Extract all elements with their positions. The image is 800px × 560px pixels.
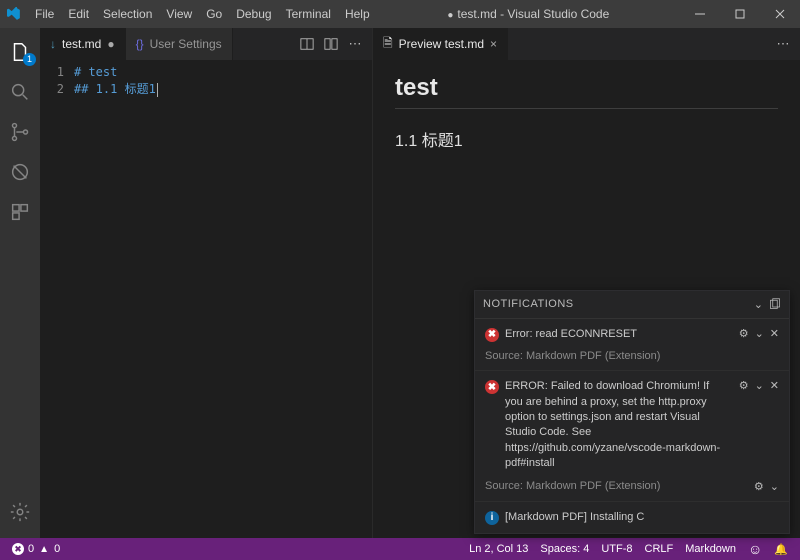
- tab-preview[interactable]: 🗎 Preview test.md ×: [373, 28, 508, 60]
- window-maximize-button[interactable]: [720, 0, 760, 28]
- status-eol[interactable]: CRLF: [639, 543, 680, 555]
- menu-file[interactable]: File: [28, 0, 61, 28]
- tabs-right: 🗎 Preview test.md × ⋯: [373, 28, 800, 60]
- window-title: test.md - Visual Studio Code: [447, 7, 609, 21]
- notification-source: Source: Markdown PDF (Extension): [485, 350, 660, 362]
- gear-icon[interactable]: ⚙: [754, 480, 764, 493]
- status-notifications-icon[interactable]: [768, 543, 794, 556]
- status-lncol[interactable]: Ln 2, Col 13: [463, 543, 534, 555]
- menu-terminal[interactable]: Terminal: [279, 0, 338, 28]
- code-editor[interactable]: 1 2 # test ## 1.1 标题1: [40, 60, 372, 98]
- tab-test-md[interactable]: ↓ test.md ●: [40, 28, 126, 60]
- error-icon: ✖: [485, 328, 499, 342]
- menu-edit[interactable]: Edit: [61, 0, 96, 28]
- status-warnings: 0: [54, 543, 60, 555]
- gear-icon[interactable]: ⚙: [739, 327, 749, 340]
- dirty-dot-icon: [447, 7, 453, 21]
- chevron-down-icon[interactable]: ⌄: [770, 480, 779, 493]
- error-icon: ✖: [485, 380, 499, 394]
- more-icon[interactable]: ⋯: [346, 35, 364, 53]
- activity-bar: 1: [0, 28, 40, 538]
- window-minimize-button[interactable]: [680, 0, 720, 28]
- settings-file-icon: {}: [136, 37, 144, 51]
- menu-help[interactable]: Help: [338, 0, 377, 28]
- line-numbers: 1 2: [40, 64, 74, 98]
- dirty-indicator-icon[interactable]: ●: [107, 37, 114, 51]
- close-icon[interactable]: ×: [490, 37, 497, 51]
- status-language[interactable]: Markdown: [679, 543, 742, 555]
- tabs-left: ↓ test.md ● {} User Settings: [40, 28, 372, 60]
- notification-message: ERROR: Failed to download Chromium! If y…: [505, 379, 729, 471]
- info-icon: i: [485, 511, 499, 525]
- activity-badge: 1: [23, 53, 36, 66]
- error-count-icon: ✖: [12, 543, 24, 555]
- activity-explorer-icon[interactable]: 1: [0, 32, 40, 72]
- tab-label: test.md: [62, 37, 101, 51]
- code-line: ## 1.1 标题1: [74, 82, 156, 96]
- tab-label: Preview test.md: [399, 37, 484, 51]
- window-close-button[interactable]: [760, 0, 800, 28]
- preview-rule: [395, 108, 778, 109]
- markdown-preview: test 1.1 标题1: [373, 60, 800, 165]
- notification-source: Source: Markdown PDF (Extension): [485, 480, 660, 492]
- tab-user-settings[interactable]: {} User Settings: [126, 28, 233, 60]
- close-icon[interactable]: ✕: [770, 379, 779, 392]
- menu-selection[interactable]: Selection: [96, 0, 159, 28]
- menu-debug[interactable]: Debug: [229, 0, 278, 28]
- status-bar: ✖ 0 0 Ln 2, Col 13 Spaces: 4 UTF-8 CRLF M…: [0, 538, 800, 560]
- more-icon[interactable]: ⋯: [774, 35, 792, 53]
- notification-item: ✖ Error: read ECONNRESET ⚙ ⌄ ✕ Source: M…: [475, 319, 789, 371]
- notification-message: [Markdown PDF] Installing C: [505, 510, 779, 525]
- preview-heading-1: test: [395, 74, 778, 102]
- activity-settings-icon[interactable]: [0, 492, 40, 532]
- chevron-down-icon[interactable]: ⌄: [755, 327, 764, 340]
- activity-git-icon[interactable]: [0, 112, 40, 152]
- notifications-panel: NOTIFICATIONS ⌄ ✖ Error: read ECONNRESET: [474, 290, 790, 534]
- markdown-file-icon: ↓: [50, 37, 56, 51]
- activity-extensions-icon[interactable]: [0, 192, 40, 232]
- notification-item: ✖ ERROR: Failed to download Chromium! If…: [475, 371, 789, 501]
- window-title-text: test.md - Visual Studio Code: [457, 7, 609, 21]
- title-bar: File Edit Selection View Go Debug Termin…: [0, 0, 800, 28]
- activity-search-icon[interactable]: [0, 72, 40, 112]
- status-feedback-icon[interactable]: [742, 541, 768, 557]
- clear-all-icon[interactable]: [769, 298, 781, 310]
- status-errors: 0: [28, 543, 34, 555]
- warning-count-icon: [38, 543, 50, 555]
- notification-item: i [Markdown PDF] Installing C: [475, 502, 789, 533]
- status-indent[interactable]: Spaces: 4: [534, 543, 595, 555]
- notifications-title: NOTIFICATIONS: [483, 298, 574, 310]
- notifications-header: NOTIFICATIONS ⌄: [475, 291, 789, 319]
- editor-group-right: 🗎 Preview test.md × ⋯ test 1.1 标题1: [372, 28, 800, 538]
- preview-icon: 🗎: [383, 34, 393, 55]
- status-encoding[interactable]: UTF-8: [595, 543, 638, 555]
- text-cursor: [157, 83, 158, 97]
- gear-icon[interactable]: ⚙: [739, 379, 749, 392]
- status-problems[interactable]: ✖ 0 0: [6, 543, 66, 555]
- preview-heading-2: 1.1 标题1: [395, 127, 778, 151]
- open-preview-icon[interactable]: [298, 35, 316, 53]
- menu-view[interactable]: View: [159, 0, 199, 28]
- vscode-logo-icon: [0, 7, 28, 21]
- split-editor-icon[interactable]: [322, 35, 340, 53]
- tab-label: User Settings: [150, 37, 222, 51]
- close-icon[interactable]: ✕: [770, 327, 779, 340]
- activity-debug-icon[interactable]: [0, 152, 40, 192]
- notification-message: Error: read ECONNRESET: [505, 327, 729, 342]
- chevron-down-icon[interactable]: ⌄: [755, 379, 764, 392]
- chevron-down-icon[interactable]: ⌄: [754, 298, 763, 311]
- editor-group-left: ↓ test.md ● {} User Settings: [40, 28, 372, 538]
- code-line: # test: [74, 65, 117, 79]
- menu-go[interactable]: Go: [199, 0, 229, 28]
